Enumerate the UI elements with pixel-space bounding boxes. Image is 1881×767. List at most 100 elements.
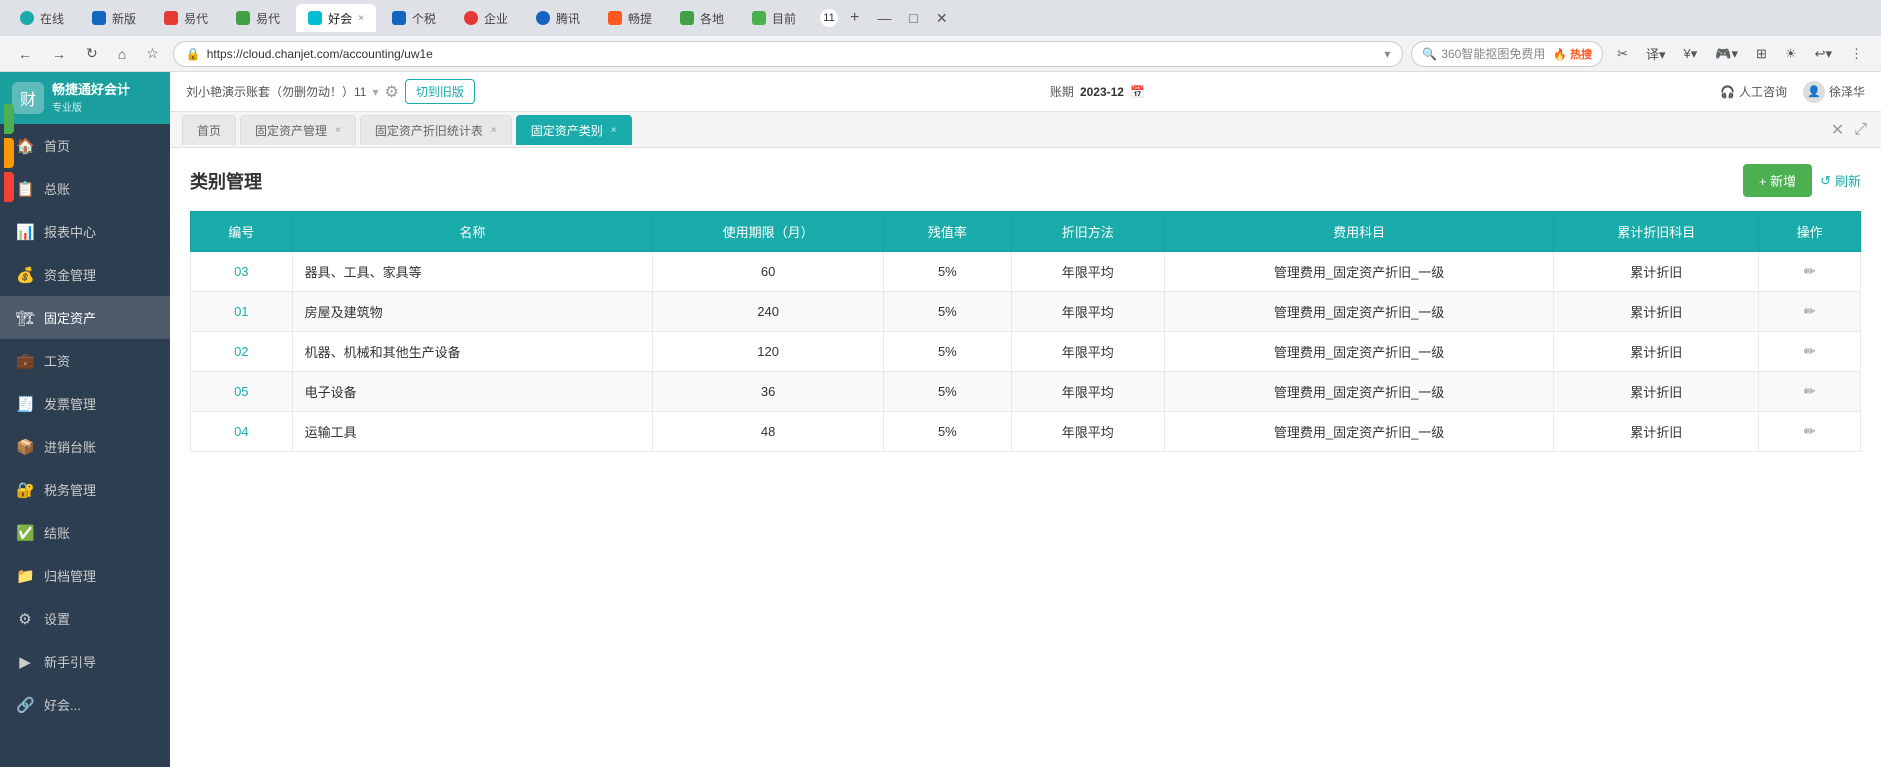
- user-dropdown-icon[interactable]: ▾: [372, 85, 378, 99]
- sidebar-item-home[interactable]: 🏠 首页: [0, 124, 170, 167]
- sidebar-label-tax: 税务管理: [44, 480, 96, 499]
- wallet-icon[interactable]: ¥▾: [1678, 43, 1704, 65]
- col-code: 编号: [191, 212, 293, 252]
- col-method: 折旧方法: [1011, 212, 1164, 252]
- star-btn[interactable]: ☆: [140, 41, 165, 66]
- sidebar-item-guide[interactable]: ▶ 新手引导: [0, 640, 170, 683]
- settings-gear-btn[interactable]: ⚙: [385, 82, 399, 102]
- header-period: 账期 2023-12 📅: [1050, 83, 1145, 100]
- refresh-icon: ↺: [1820, 173, 1831, 189]
- tab-close-fixed-mgmt[interactable]: ×: [335, 125, 341, 136]
- browser-tab-7[interactable]: 企业: [452, 4, 520, 32]
- sidebar-item-settings[interactable]: ⚙ 设置: [0, 597, 170, 640]
- refresh-btn[interactable]: ↺ 刷新: [1820, 171, 1861, 190]
- reload-btn[interactable]: ↻: [80, 41, 104, 66]
- row-5-action[interactable]: ✏: [1759, 412, 1861, 452]
- new-tab-btn[interactable]: +: [844, 5, 865, 31]
- col-period: 使用期限（月）: [653, 212, 884, 252]
- browser-tab-8[interactable]: 腾讯: [524, 4, 592, 32]
- home-btn[interactable]: ⌂: [112, 42, 132, 66]
- switch-version-btn[interactable]: 切到旧版: [405, 79, 475, 104]
- browser-tab-11[interactable]: 目前: [740, 4, 808, 32]
- tab-close-category[interactable]: ×: [611, 125, 617, 136]
- browser-tab-1[interactable]: 在线: [8, 4, 76, 32]
- payroll-icon: 💼: [16, 352, 34, 370]
- page-tab-fixed-mgmt[interactable]: 固定资产管理 ×: [240, 115, 356, 145]
- grid-icon[interactable]: ⊞: [1750, 43, 1773, 65]
- back-btn[interactable]: ←: [12, 42, 38, 66]
- add-category-btn[interactable]: + 新增: [1743, 164, 1812, 197]
- browser-tab-6[interactable]: 个税: [380, 4, 448, 32]
- translate-icon[interactable]: 译▾: [1640, 41, 1672, 66]
- edit-icon-2[interactable]: ✏: [1804, 303, 1816, 319]
- page-tab-depreciation[interactable]: 固定资产折旧统计表 ×: [360, 115, 512, 145]
- sidebar-item-payroll[interactable]: 💼 工资: [0, 339, 170, 382]
- more-btn[interactable]: ⋮: [1844, 43, 1869, 65]
- edit-icon-4[interactable]: ✏: [1804, 383, 1816, 399]
- table-body: 03 器具、工具、家具等 60 5% 年限平均 管理费用_固定资产折旧_一级 累…: [191, 252, 1861, 452]
- row-5-name: 运输工具: [292, 412, 652, 452]
- edit-icon-5[interactable]: ✏: [1804, 423, 1816, 439]
- col-accumulated: 累计折旧科目: [1554, 212, 1759, 252]
- sidebar-item-invoice[interactable]: 🧾 发票管理: [0, 382, 170, 425]
- user-profile[interactable]: 👤 徐泽华: [1803, 81, 1865, 103]
- sidebar-item-inventory[interactable]: 📦 进销台账: [0, 425, 170, 468]
- edit-icon-3[interactable]: ✏: [1804, 343, 1816, 359]
- logo-icon: 财: [12, 82, 44, 114]
- row-1-period: 60: [653, 252, 884, 292]
- col-name: 名称: [292, 212, 652, 252]
- page-tab-home[interactable]: 首页: [182, 115, 236, 145]
- sidebar-item-checkout[interactable]: ✅ 结账: [0, 511, 170, 554]
- panel-close-btn[interactable]: ✕: [1829, 118, 1846, 142]
- browser-tab-2[interactable]: 新版: [80, 4, 148, 32]
- browser-tab-bar: 在线 新版 易代 易代 好会 × 个税 企业 腾讯 畅提 各地 目前 1: [0, 0, 1881, 36]
- browser-minimize[interactable]: —: [871, 6, 897, 30]
- scissors-icon[interactable]: ✂: [1611, 43, 1634, 65]
- sidebar-item-tax[interactable]: 🔐 税务管理: [0, 468, 170, 511]
- row-4-period: 36: [653, 372, 884, 412]
- sidebar-item-funds[interactable]: 💰 资金管理: [0, 253, 170, 296]
- row-4-action[interactable]: ✏: [1759, 372, 1861, 412]
- calendar-icon[interactable]: 📅: [1130, 85, 1145, 99]
- page-tab-category[interactable]: 固定资产类别 ×: [516, 115, 632, 145]
- row-3-action[interactable]: ✏: [1759, 332, 1861, 372]
- consult-btn[interactable]: 🎧 人工咨询: [1720, 83, 1787, 100]
- sidebar-item-general-ledger[interactable]: 📋 总账: [0, 167, 170, 210]
- row-2-action[interactable]: ✏: [1759, 292, 1861, 332]
- browser-maximize[interactable]: □: [903, 6, 923, 30]
- sidebar-item-more[interactable]: 🔗 好会...: [0, 683, 170, 726]
- address-bar[interactable]: 🔒 https://cloud.chanjet.com/accounting/u…: [173, 41, 1404, 67]
- browser-tab-4[interactable]: 易代: [224, 4, 292, 32]
- row-2-expense: 管理费用_固定资产折旧_一级: [1164, 292, 1553, 332]
- panel-expand-btn[interactable]: ⤢: [1852, 118, 1869, 142]
- invoice-icon: 🧾: [16, 395, 34, 413]
- action-btns: + 新增 ↺ 刷新: [1743, 164, 1861, 197]
- browser-tab-9[interactable]: 畅提: [596, 4, 664, 32]
- tab-close-depreciation[interactable]: ×: [491, 125, 497, 136]
- sidebar-logo-sub: 专业版: [52, 99, 130, 114]
- main-content: 类别管理 + 新增 ↺ 刷新 编号 名称 使用期限（月） 残值率: [170, 148, 1881, 767]
- browser-search-box[interactable]: 🔍 360智能抠图免费用 🔥 热搜: [1411, 41, 1603, 67]
- hot-label: 🔥 热搜: [1553, 46, 1592, 62]
- brightness-icon[interactable]: ☀: [1779, 43, 1803, 65]
- sidebar: 财 畅捷通好会计 专业版 🏠 首页 📋 总账 📊 报表中心 💰 资金管理 🏗 固…: [0, 72, 170, 767]
- sidebar-item-archive[interactable]: 📁 归档管理: [0, 554, 170, 597]
- sidebar-item-fixed-assets[interactable]: 🏗 固定资产: [0, 296, 170, 339]
- tab-close-5[interactable]: ×: [358, 13, 364, 24]
- browser-close[interactable]: ✕: [930, 6, 954, 31]
- sidebar-item-reports[interactable]: 📊 报表中心: [0, 210, 170, 253]
- browser-tab-3[interactable]: 易代: [152, 4, 220, 32]
- period-value: 2023-12: [1080, 85, 1124, 99]
- game-icon[interactable]: 🎮▾: [1709, 43, 1744, 65]
- table-row: 05 电子设备 36 5% 年限平均 管理费用_固定资产折旧_一级 累计折旧 ✏: [191, 372, 1861, 412]
- forward-btn[interactable]: →: [46, 42, 72, 66]
- undo-icon[interactable]: ↩▾: [1809, 43, 1838, 65]
- browser-toolbar-icons: ✂ 译▾ ¥▾ 🎮▾ ⊞ ☀ ↩▾ ⋮: [1611, 41, 1869, 66]
- sidebar-label-checkout: 结账: [44, 523, 70, 542]
- edit-icon-1[interactable]: ✏: [1804, 263, 1816, 279]
- browser-tab-5[interactable]: 好会 ×: [296, 4, 376, 32]
- tab-label-home: 首页: [197, 122, 221, 139]
- browser-tab-10[interactable]: 各地: [668, 4, 736, 32]
- row-1-action[interactable]: ✏: [1759, 252, 1861, 292]
- tab-count-badge[interactable]: 11: [820, 9, 838, 27]
